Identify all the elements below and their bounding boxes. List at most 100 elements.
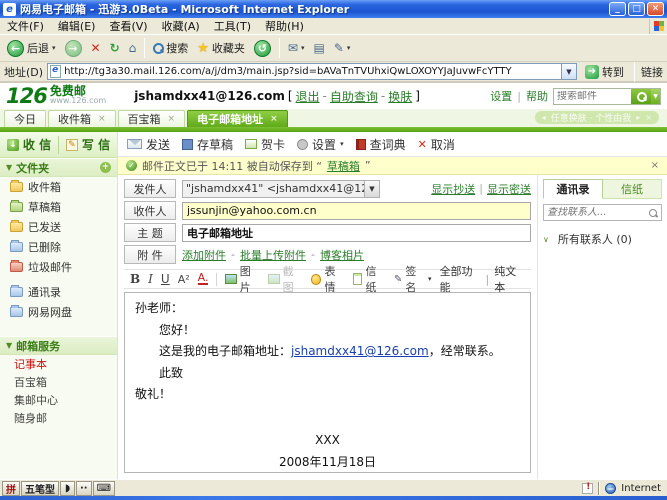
search-button[interactable]: 搜索 (150, 39, 191, 57)
print-button[interactable]: ▤ (311, 40, 328, 56)
contacts-group[interactable]: ∨ 所有联系人 (0) (543, 231, 662, 247)
history-button[interactable]: ↺ (251, 39, 274, 58)
tab-treasure-box[interactable]: 百宝箱 × (117, 110, 186, 127)
back-button[interactable]: ← 后退 ▾ (4, 39, 59, 58)
menu-help[interactable]: 帮助(H) (258, 18, 311, 34)
tab-close-icon[interactable]: × (98, 114, 106, 124)
contact-search-input[interactable] (547, 207, 648, 218)
menu-file[interactable]: 文件(F) (0, 18, 51, 34)
from-dropdown-icon[interactable]: ▼ (364, 180, 379, 197)
tab-inbox[interactable]: 收件箱 × (48, 110, 116, 127)
search-dropdown-icon[interactable]: ▼ (651, 88, 660, 104)
compose-settings-button[interactable]: 设置 ▾ (297, 136, 344, 153)
plain-text-link[interactable]: 纯文本 (494, 263, 525, 295)
sidebar-item-contacts[interactable]: 通讯录 (0, 282, 117, 302)
menu-edit[interactable]: 编辑(E) (51, 18, 103, 34)
from-select[interactable]: "jshamdxx41" <jshamdxx41@126.c ▼ (182, 179, 380, 198)
tab-today[interactable]: 今日 (4, 110, 46, 127)
selfhelp-link[interactable]: 自助查询 (330, 88, 378, 105)
logo-126[interactable]: 126 (6, 85, 48, 107)
stop-button[interactable]: ✕ (88, 40, 104, 56)
ime-keyboard-icon[interactable]: ⌨ (92, 480, 116, 496)
ticker-close-icon[interactable]: × (645, 113, 652, 122)
full-features-link[interactable]: 全部功能 (440, 263, 481, 295)
font-color-button[interactable]: A. (197, 272, 209, 285)
address-input[interactable]: http://tg3a30.mail.126.com/a/j/dm3/main.… (47, 63, 577, 80)
sidebar-item-netdisk[interactable]: 网易网盘 (0, 302, 117, 322)
ime-indicator-icon[interactable]: 拼 (2, 480, 20, 496)
address-dropdown-icon[interactable]: ▼ (561, 64, 576, 79)
greeting-card-button[interactable]: 贺卡 (245, 136, 285, 153)
notice-close-icon[interactable]: × (651, 160, 659, 171)
mail-search-button[interactable] (631, 88, 651, 104)
message-body-editor[interactable]: 孙老师： 您好！ 这是我的电子邮箱地址：jshamdxx41@126.com，经… (124, 292, 531, 473)
home-button[interactable]: ⌂ (126, 40, 140, 56)
write-mail-button[interactable]: ✎ 写 信 (59, 132, 117, 157)
bold-button[interactable]: B (130, 272, 140, 286)
tab-stationery[interactable]: 信纸 (603, 179, 662, 199)
font-size-button[interactable]: A² (178, 273, 190, 286)
sidebar-item-deleted[interactable]: 已删除 (0, 237, 117, 257)
dictionary-button[interactable]: 查词典 (355, 136, 406, 153)
save-draft-button[interactable]: 存草稿 (182, 136, 233, 153)
sidebar-item-notepad[interactable]: 记事本 (0, 355, 117, 373)
ime-mode-button[interactable]: 五笔型 (21, 480, 59, 496)
mail-search-input[interactable] (554, 90, 631, 102)
ticker-next-icon[interactable]: ▸ (636, 113, 640, 122)
menu-tools[interactable]: 工具(T) (207, 18, 258, 34)
blog-photo-link[interactable]: 博客相片 (320, 247, 364, 263)
logout-link[interactable]: 退出 (296, 88, 320, 105)
close-button[interactable]: ✕ (647, 2, 664, 16)
receive-mail-button[interactable]: ↓ 收 信 (0, 132, 58, 157)
folders-section-header[interactable]: ▼ 文件夹 + (0, 158, 117, 177)
drafts-link[interactable]: 草稿箱 (327, 158, 360, 174)
links-label[interactable]: 链接 (641, 64, 663, 80)
menu-view[interactable]: 查看(V) (102, 18, 154, 34)
email-link[interactable]: jshamdxx41@126.com (291, 344, 429, 358)
add-attachment-link[interactable]: 添加附件 (182, 247, 226, 263)
ime-punct-icon[interactable]: ·· (76, 480, 92, 496)
subject-field[interactable] (182, 223, 531, 242)
skin-link[interactable]: 换肤 (388, 88, 412, 105)
tab-contacts[interactable]: 通讯录 (543, 179, 603, 199)
sidebar-item-sent[interactable]: 已发送 (0, 217, 117, 237)
promo-ticker[interactable]: ◂ 任意换肤 · 个性由我 ▸ × (534, 111, 659, 124)
show-bcc-link[interactable]: 显示密送 (487, 181, 531, 197)
insert-image-button[interactable]: 图片 (225, 263, 260, 295)
sidebar-item-drafts[interactable]: 草稿箱 (0, 197, 117, 217)
mail-button[interactable]: ✉ ▾ (285, 40, 308, 56)
batch-upload-link[interactable]: 批量上传附件 (240, 247, 306, 263)
sidebar-item-inbox[interactable]: 收件箱 (0, 177, 117, 197)
sidebar-item-spam[interactable]: 垃圾邮件 (0, 257, 117, 277)
tab-close-icon[interactable]: × (270, 114, 278, 124)
go-button[interactable]: ➜ 转到 (581, 63, 628, 81)
favorites-button[interactable]: ★ 收藏夹 (194, 39, 248, 57)
add-folder-icon[interactable]: + (100, 162, 111, 173)
contact-search-icon[interactable] (648, 208, 658, 218)
services-section-header[interactable]: ▼ 邮箱服务 (0, 336, 117, 355)
minimize-button[interactable]: _ (609, 2, 626, 16)
ticker-prev-icon[interactable]: ◂ (542, 113, 546, 122)
signature-button[interactable]: ✎ 签名 ▾ (394, 263, 432, 295)
edit-button[interactable]: ✎ ▾ (331, 40, 354, 56)
italic-button[interactable]: I (148, 272, 153, 286)
sidebar-item-treasure[interactable]: 百宝箱 (0, 373, 117, 391)
settings-link[interactable]: 设置 (490, 88, 512, 104)
emoticon-button[interactable]: 表情 (311, 263, 345, 295)
show-cc-link[interactable]: 显示抄送 (431, 181, 475, 197)
cancel-button[interactable]: ✕ 取消 (418, 136, 455, 153)
tab-close-icon[interactable]: × (168, 114, 176, 124)
menu-favorites[interactable]: 收藏(A) (155, 18, 207, 34)
sidebar-item-mobile-mail[interactable]: 随身邮 (0, 409, 117, 427)
to-field[interactable] (182, 201, 531, 220)
send-button[interactable]: 发送 (127, 136, 170, 153)
sidebar-item-stamp-center[interactable]: 集邮中心 (0, 391, 117, 409)
help-link[interactable]: 帮助 (526, 88, 548, 104)
maximize-button[interactable]: □ (628, 2, 645, 16)
forward-button[interactable]: → (62, 39, 85, 58)
refresh-button[interactable]: ↻ (107, 40, 123, 56)
tab-email-address[interactable]: 电子邮箱地址 × (187, 110, 288, 127)
stationery-button[interactable]: 信纸 (353, 263, 386, 295)
ime-width-icon[interactable]: ◗ (60, 480, 75, 496)
underline-button[interactable]: U (161, 272, 170, 286)
